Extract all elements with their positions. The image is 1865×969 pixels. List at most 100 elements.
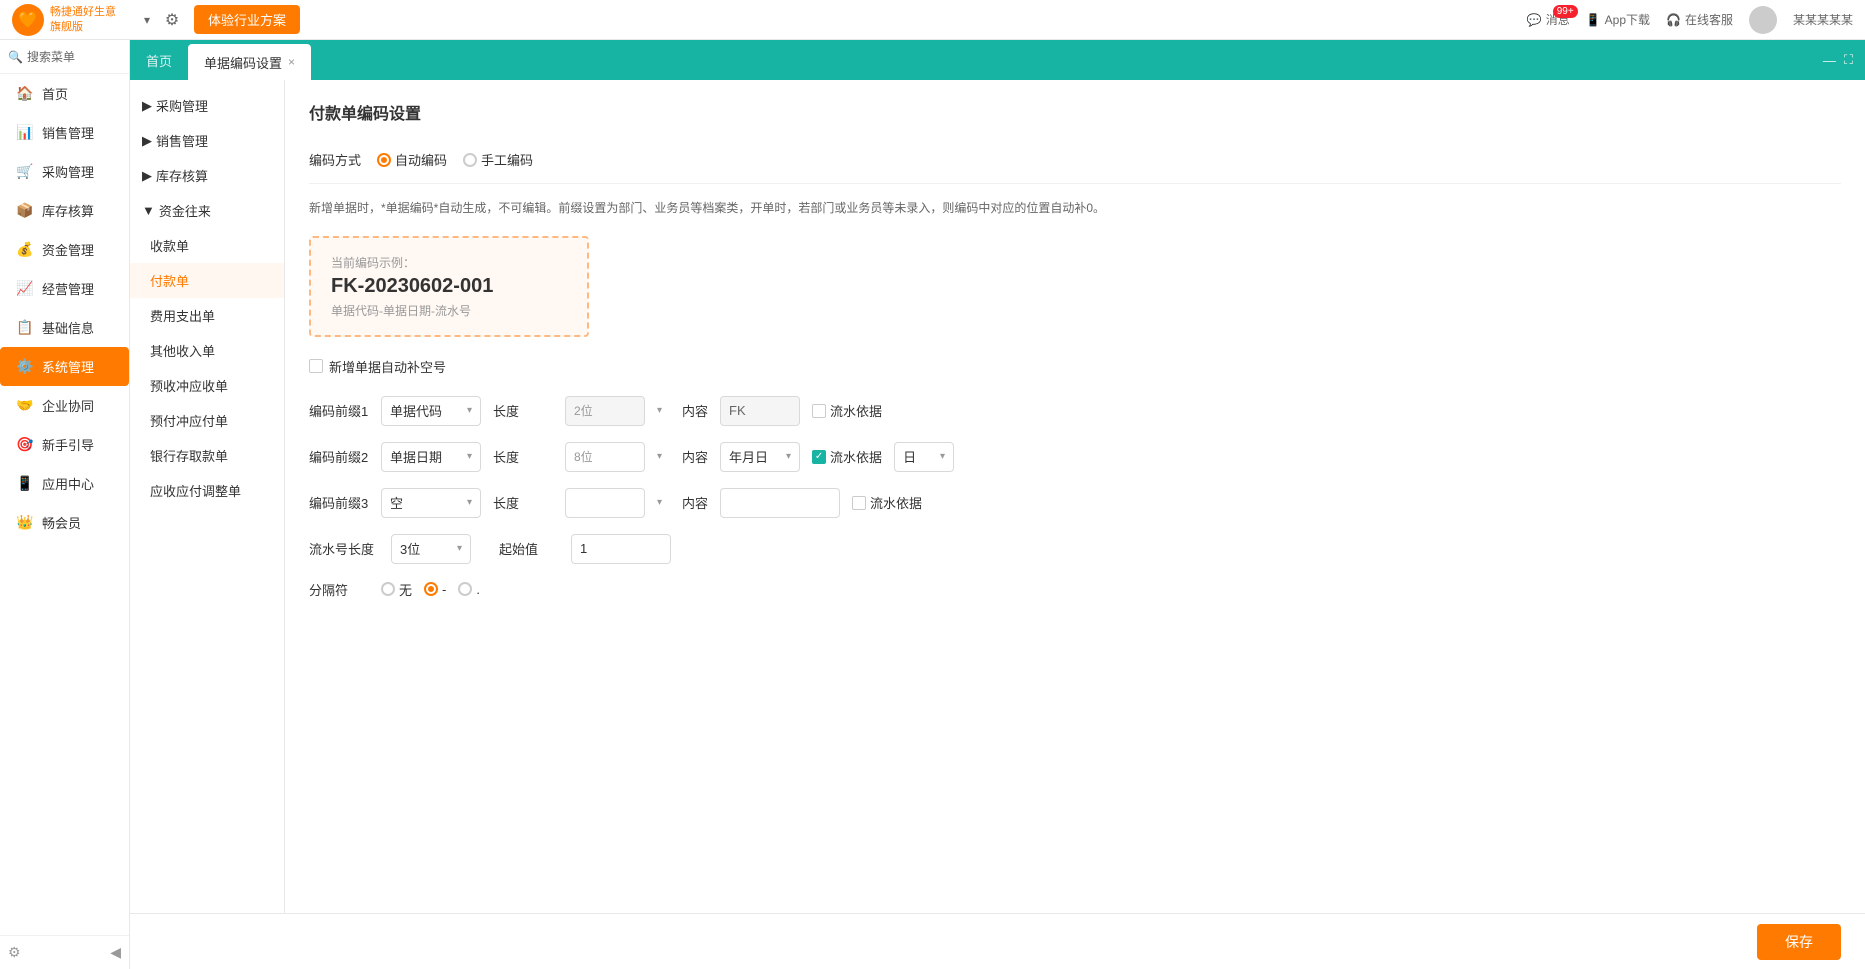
operations-icon: 📈 <box>16 280 34 298</box>
settings-icon[interactable]: ⚙ <box>158 6 186 34</box>
two-panel: ▶ 采购管理 ▶ 销售管理 ▶ 库存核算 ▼ 资金往来 收款单 <box>130 80 1865 913</box>
main-panel: 付款单编码设置 编码方式 自动编码 手工编码 <box>285 80 1865 913</box>
sidebar-item-guide[interactable]: 🎯 新手引导 <box>0 425 129 464</box>
serial-checkbox-row-2: ✓ 流水依据 <box>812 447 882 466</box>
length-input-2: 8位 <box>565 442 645 472</box>
sidebar-item-operations[interactable]: 📈 经营管理 <box>0 269 129 308</box>
message-btn[interactable]: 💬 消息 99+ <box>1527 11 1570 28</box>
prefix-row-3: 编码前缀3 空 ▾ 长度 ▾ 内容 流水依据 <box>309 488 1841 518</box>
sidebar-search[interactable]: 🔍 搜索菜单 <box>0 40 129 74</box>
sidebar-footer: ⚙ ◀ <box>0 935 129 969</box>
minimize-icon[interactable]: — <box>1823 53 1836 68</box>
serial-length-arrow: ▾ <box>457 543 462 554</box>
serial-checkbox-row-3: 流水依据 <box>852 493 922 512</box>
length-input-3[interactable] <box>565 488 645 518</box>
subnav-item-payment[interactable]: 付款单 <box>130 263 284 298</box>
footer-collapse-icon[interactable]: ◀ <box>110 944 121 961</box>
code-method-row: 编码方式 自动编码 手工编码 <box>309 140 1841 184</box>
basic-icon: 📋 <box>16 319 34 337</box>
sidebar-item-purchase[interactable]: 🛒 采购管理 <box>0 152 129 191</box>
sidebar-item-finance[interactable]: 💰 资金管理 <box>0 230 129 269</box>
length-label-1: 长度 <box>493 401 553 420</box>
content-select-2[interactable]: 年月日 ▾ <box>720 442 800 472</box>
apps-icon: 📱 <box>16 475 34 493</box>
sep-dot-radio[interactable]: . <box>458 582 480 597</box>
search-icon: 🔍 <box>8 50 23 64</box>
sidebar-item-system[interactable]: ⚙️ 系统管理 <box>0 347 129 386</box>
subnav-item-receipt[interactable]: 收款单 <box>130 228 284 263</box>
subnav-item-ar-ap[interactable]: 应收应付调整单 <box>130 473 284 508</box>
sidebar: 🔍 搜索菜单 🏠 首页 📊 销售管理 🛒 采购管理 📦 库存核算 💰 资金管理 … <box>0 40 130 969</box>
tab-close-icon[interactable]: × <box>288 55 295 69</box>
footer-settings-icon[interactable]: ⚙ <box>8 944 21 961</box>
chevron-right-icon2: ▶ <box>142 133 152 149</box>
serial-checkbox-3[interactable] <box>852 496 866 510</box>
inventory-icon: 📦 <box>16 202 34 220</box>
separator-row: 分隔符 无 - . <box>309 580 1841 599</box>
auto-fill-checkbox[interactable] <box>309 359 323 373</box>
sidebar-item-member[interactable]: 👑 畅会员 <box>0 503 129 542</box>
serial-unit-select-2[interactable]: 日 ▾ <box>894 442 954 472</box>
sep-dash-radio[interactable]: - <box>424 582 446 597</box>
experience-btn[interactable]: 体验行业方案 <box>194 5 300 34</box>
prefix-row-2: 编码前缀2 单据日期 ▾ 长度 8位 ▾ 内容 年月日 ▾ <box>309 442 1841 472</box>
sidebar-item-inventory[interactable]: 📦 库存核算 <box>0 191 129 230</box>
maximize-icon[interactable]: ⛶ <box>1844 52 1853 68</box>
logo-icon: 🧡 <box>12 4 44 36</box>
prefix-select-2[interactable]: 单据日期 ▾ <box>381 442 481 472</box>
start-value-label: 起始值 <box>499 539 559 558</box>
select-arrow-len-2: ▾ <box>657 451 662 462</box>
logo-text: 畅捷通好生意 旗舰版 <box>50 5 116 34</box>
top-bar-right: 💬 消息 99+ 📱 App下载 🎧 在线客服 某某某某某 <box>1527 6 1853 34</box>
tab-home[interactable]: 首页 <box>130 40 188 80</box>
sidebar-item-coop[interactable]: 🤝 企业协同 <box>0 386 129 425</box>
subnav-group-purchase[interactable]: ▶ 采购管理 <box>130 88 284 123</box>
code-method-label: 编码方式 <box>309 150 361 169</box>
coop-icon: 🤝 <box>16 397 34 415</box>
finance-icon: 💰 <box>16 241 34 259</box>
length-label-3: 长度 <box>493 493 553 512</box>
sidebar-item-basic[interactable]: 📋 基础信息 <box>0 308 129 347</box>
tab-settings[interactable]: 单据编码设置 × <box>188 44 311 80</box>
system-icon: ⚙️ <box>16 358 34 376</box>
serial-checkbox-1[interactable] <box>812 404 826 418</box>
save-button[interactable]: 保存 <box>1757 924 1841 960</box>
subnav-group-fund[interactable]: ▼ 资金往来 <box>130 193 284 228</box>
content-input-1: FK <box>720 396 800 426</box>
sidebar-item-sales[interactable]: 📊 销售管理 <box>0 113 129 152</box>
length-input-1: 2位 <box>565 396 645 426</box>
form-description: 新增单据时，*单据编码*自动生成，不可编辑。前缀设置为部门、业务员等档案类，开单… <box>309 198 1841 220</box>
main-layout: 🔍 搜索菜单 🏠 首页 📊 销售管理 🛒 采购管理 📦 库存核算 💰 资金管理 … <box>0 40 1865 969</box>
subnav-group-sales[interactable]: ▶ 销售管理 <box>130 123 284 158</box>
sep-none-radio[interactable]: 无 <box>381 580 412 599</box>
content-label-3: 内容 <box>682 493 708 512</box>
subnav-item-prepaid-receivable[interactable]: 预收冲应收单 <box>130 368 284 403</box>
subnav-item-prepaid-payable[interactable]: 预付冲应付单 <box>130 403 284 438</box>
start-value-input[interactable]: 1 <box>571 534 671 564</box>
subnav-item-bank[interactable]: 银行存取款单 <box>130 438 284 473</box>
app-download-btn[interactable]: 📱 App下载 <box>1586 11 1650 28</box>
content-input-3[interactable] <box>720 488 840 518</box>
bottom-bar: 保存 <box>130 913 1865 969</box>
subnav-group-inventory[interactable]: ▶ 库存核算 <box>130 158 284 193</box>
company-dropdown[interactable]: ▾ <box>140 13 150 27</box>
member-icon: 👑 <box>16 514 34 532</box>
sales-icon: 📊 <box>16 124 34 142</box>
auto-code-radio[interactable]: 自动编码 <box>377 150 447 169</box>
subnav-item-expense[interactable]: 费用支出单 <box>130 298 284 333</box>
online-service-btn[interactable]: 🎧 在线客服 <box>1666 11 1733 28</box>
prefix-select-1[interactable]: 单据代码 ▾ <box>381 396 481 426</box>
sidebar-item-home[interactable]: 🏠 首页 <box>0 74 129 113</box>
subnav-item-other-income[interactable]: 其他收入单 <box>130 333 284 368</box>
content-area: 首页 单据编码设置 × — ⛶ ▶ 采购管理 ▶ 销售管理 <box>130 40 1865 969</box>
tab-bar-actions: — ⛶ <box>1823 52 1865 68</box>
preview-desc: 单据代码-单据日期-流水号 <box>331 302 567 319</box>
manual-code-radio[interactable]: 手工编码 <box>463 150 533 169</box>
separator-label: 分隔符 <box>309 580 369 599</box>
prefix-select-3[interactable]: 空 ▾ <box>381 488 481 518</box>
serial-checkbox-2[interactable]: ✓ <box>812 450 826 464</box>
preview-value: FK-20230602-001 <box>331 275 567 298</box>
serial-length-select[interactable]: 3位 ▾ <box>391 534 471 564</box>
sidebar-item-apps[interactable]: 📱 应用中心 <box>0 464 129 503</box>
user-avatar[interactable] <box>1749 6 1777 34</box>
